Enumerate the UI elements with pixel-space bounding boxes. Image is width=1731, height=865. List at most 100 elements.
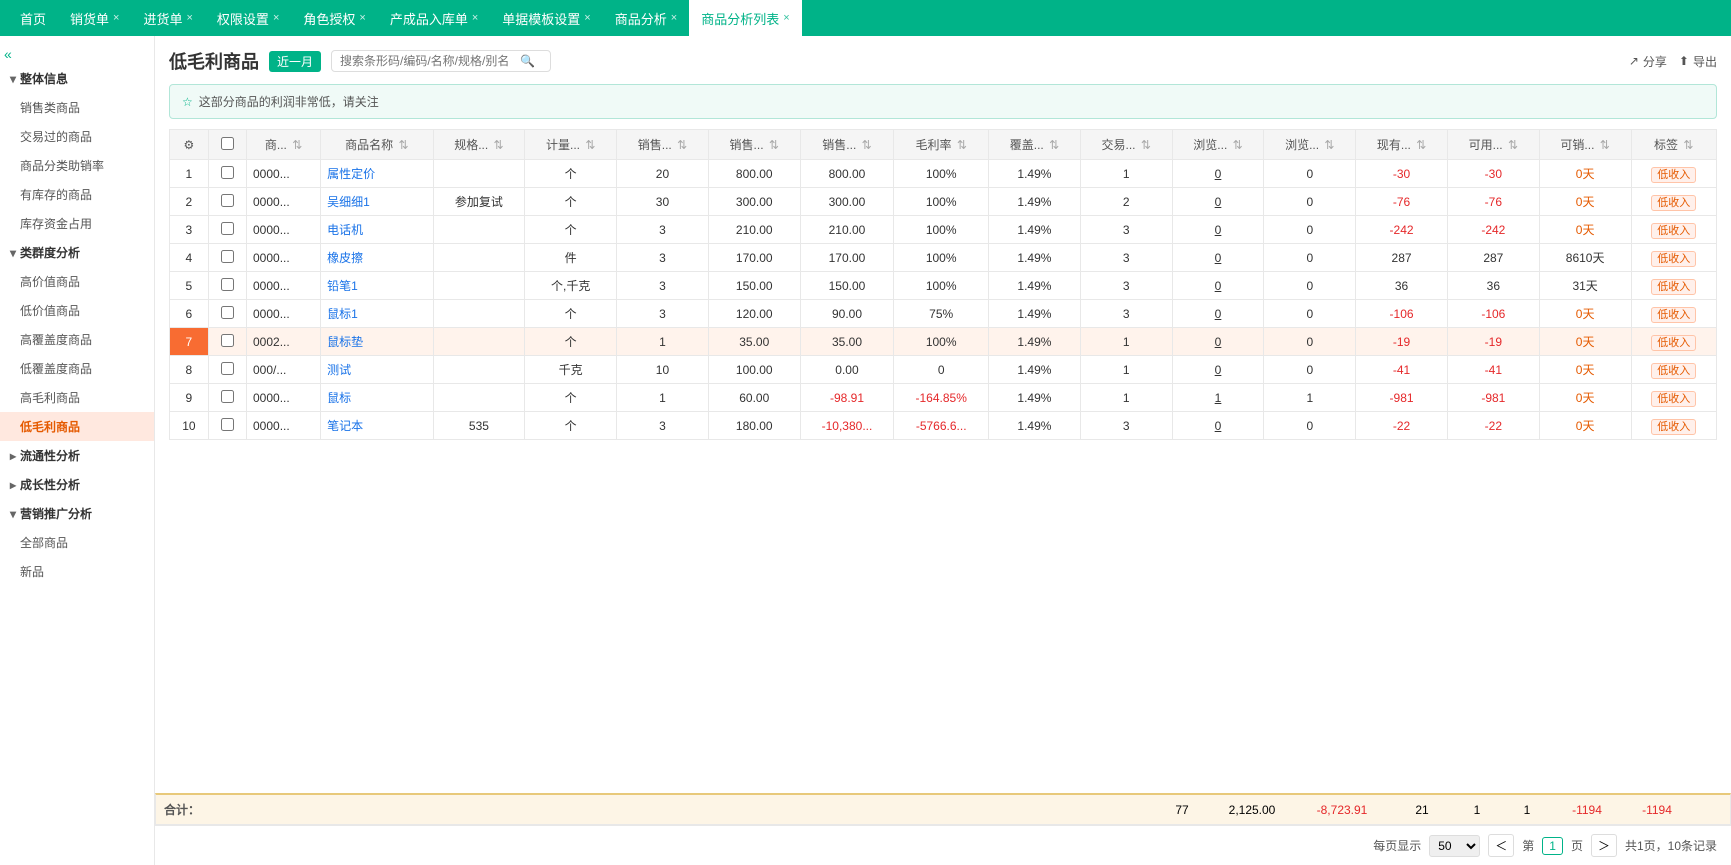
search-icon[interactable]: 🔍 (520, 54, 535, 68)
browse1-link[interactable]: 0 (1215, 279, 1222, 293)
row-checkbox[interactable] (221, 166, 234, 179)
row-name[interactable]: 电话机 (321, 216, 433, 244)
browse1-link[interactable]: 0 (1215, 363, 1222, 377)
nav-item-商品分析列表[interactable]: 商品分析列表 × (689, 0, 801, 36)
sidebar-group-流通性分析[interactable]: ▸流通性分析 (0, 441, 154, 470)
row-checkbox[interactable] (221, 250, 234, 263)
row-browse1[interactable]: 0 (1172, 244, 1264, 272)
col-browse2[interactable]: 浏览... ⇅ (1264, 130, 1356, 160)
export-button[interactable]: ⬆ 导出 (1679, 53, 1717, 70)
col-cover-rate[interactable]: 覆盖... ⇅ (989, 130, 1081, 160)
nav-item-权限设置[interactable]: 权限设置 × (205, 0, 291, 36)
row-name[interactable]: 鼠标1 (321, 300, 433, 328)
col-sales-count[interactable]: 销售... ⇅ (617, 130, 709, 160)
row-checkbox[interactable] (221, 334, 234, 347)
sidebar-item-低覆盖度商品[interactable]: 低覆盖度商品 (0, 354, 154, 383)
row-name[interactable]: 吴细细1 (321, 188, 433, 216)
sidebar-group-整体信息[interactable]: ▾整体信息 (0, 64, 154, 93)
row-browse1[interactable]: 0 (1172, 216, 1264, 244)
col-sales-price[interactable]: 销售... ⇅ (708, 130, 800, 160)
browse1-link[interactable]: 0 (1215, 223, 1222, 237)
row-name[interactable]: 橡皮擦 (321, 244, 433, 272)
sidebar-group-类群度分析[interactable]: ▾类群度分析 (0, 238, 154, 267)
row-name[interactable]: 铅笔1 (321, 272, 433, 300)
share-button[interactable]: ↗ 分享 (1629, 53, 1667, 70)
sidebar-collapse-button[interactable]: « (0, 44, 154, 64)
sidebar-item-高毛利商品[interactable]: 高毛利商品 (0, 383, 154, 412)
row-checkbox[interactable] (221, 278, 234, 291)
row-checkbox-cell[interactable] (208, 272, 246, 300)
col-stock-current[interactable]: 现有... ⇅ (1356, 130, 1448, 160)
row-browse1[interactable]: 0 (1172, 300, 1264, 328)
per-page-select[interactable]: 50 100 200 (1429, 835, 1480, 857)
col-tag[interactable]: 标签 ⇅ (1631, 130, 1716, 160)
col-unit[interactable]: 计量... ⇅ (525, 130, 617, 160)
row-checkbox-cell[interactable] (208, 384, 246, 412)
row-name[interactable]: 笔记本 (321, 412, 433, 440)
row-name[interactable]: 测试 (321, 356, 433, 384)
row-checkbox-cell[interactable] (208, 188, 246, 216)
sidebar-group-成长性分析[interactable]: ▸成长性分析 (0, 470, 154, 499)
row-checkbox-cell[interactable] (208, 356, 246, 384)
browse1-link[interactable]: 0 (1215, 167, 1222, 181)
close-icon[interactable]: × (273, 12, 279, 24)
close-icon[interactable]: × (113, 12, 119, 24)
sidebar-item-商品分类助销率[interactable]: 商品分类助销率 (0, 151, 154, 180)
close-icon[interactable]: × (783, 12, 789, 24)
nav-item-产成品入库单[interactable]: 产成品入库单 × (378, 0, 490, 36)
row-checkbox[interactable] (221, 194, 234, 207)
nav-item-单据模板设置[interactable]: 单据模板设置 × (490, 0, 602, 36)
row-name[interactable]: 鼠标垫 (321, 328, 433, 356)
nav-item-首页[interactable]: 首页 (8, 0, 58, 36)
col-settings[interactable]: ⚙ (170, 130, 209, 160)
row-checkbox[interactable] (221, 390, 234, 403)
prev-page-button[interactable]: ＜ (1488, 834, 1514, 857)
row-checkbox-cell[interactable] (208, 216, 246, 244)
row-checkbox[interactable] (221, 222, 234, 235)
row-checkbox-cell[interactable] (208, 328, 246, 356)
row-browse1[interactable]: 0 (1172, 356, 1264, 384)
time-tag[interactable]: 近一月 (269, 51, 321, 72)
col-spec[interactable]: 规格... ⇅ (433, 130, 525, 160)
next-page-button[interactable]: ＞ (1591, 834, 1617, 857)
col-stock-saleable[interactable]: 可销... ⇅ (1539, 130, 1631, 160)
row-browse1[interactable]: 0 (1172, 412, 1264, 440)
sidebar-item-库存资金占用[interactable]: 库存资金占用 (0, 209, 154, 238)
browse1-link[interactable]: 0 (1215, 307, 1222, 321)
row-browse1[interactable]: 1 (1172, 384, 1264, 412)
sidebar-item-低价值商品[interactable]: 低价值商品 (0, 296, 154, 325)
row-checkbox-cell[interactable] (208, 412, 246, 440)
row-checkbox[interactable] (221, 418, 234, 431)
sidebar-item-新品[interactable]: 新品 (0, 557, 154, 586)
row-name[interactable]: 鼠标 (321, 384, 433, 412)
close-icon[interactable]: × (472, 12, 478, 24)
sidebar-item-交易过的商品[interactable]: 交易过的商品 (0, 122, 154, 151)
close-icon[interactable]: × (186, 12, 192, 24)
browse1-link[interactable]: 1 (1215, 391, 1222, 405)
row-checkbox[interactable] (221, 306, 234, 319)
row-browse1[interactable]: 0 (1172, 328, 1264, 356)
browse1-link[interactable]: 0 (1215, 195, 1222, 209)
browse1-link[interactable]: 0 (1215, 251, 1222, 265)
sidebar-item-全部商品[interactable]: 全部商品 (0, 528, 154, 557)
nav-item-角色授权[interactable]: 角色授权 × (291, 0, 377, 36)
row-name[interactable]: 属性定价 (321, 160, 433, 188)
row-checkbox-cell[interactable] (208, 160, 246, 188)
nav-item-商品分析[interactable]: 商品分析 × (603, 0, 689, 36)
browse1-link[interactable]: 0 (1215, 335, 1222, 349)
browse1-link[interactable]: 0 (1215, 419, 1222, 433)
col-stock-available[interactable]: 可用... ⇅ (1447, 130, 1539, 160)
close-icon[interactable]: × (671, 12, 677, 24)
nav-item-销货单[interactable]: 销货单 × (58, 0, 131, 36)
col-trade[interactable]: 交易... ⇅ (1080, 130, 1172, 160)
sidebar-item-有库存的商品[interactable]: 有库存的商品 (0, 180, 154, 209)
close-icon[interactable]: × (584, 12, 590, 24)
sidebar-item-高覆盖度商品[interactable]: 高覆盖度商品 (0, 325, 154, 354)
row-checkbox-cell[interactable] (208, 244, 246, 272)
row-checkbox[interactable] (221, 362, 234, 375)
row-checkbox-cell[interactable] (208, 300, 246, 328)
col-checkbox[interactable] (208, 130, 246, 160)
search-box[interactable]: 🔍 (331, 50, 551, 72)
close-icon[interactable]: × (359, 12, 365, 24)
search-input[interactable] (340, 54, 520, 68)
